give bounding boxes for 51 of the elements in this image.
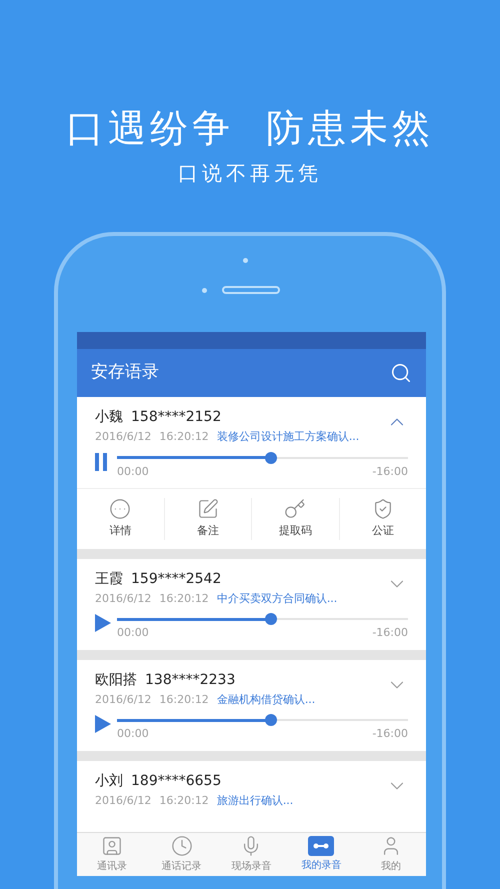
contact-name: 欧阳搭 (95, 670, 137, 690)
edit-icon (196, 498, 219, 520)
contact-name: 王霞 (95, 570, 123, 588)
record-topic: 旅游出行确认... (216, 792, 294, 808)
subtitle: 口说不再无凭 (178, 160, 322, 187)
record-topic: 装修公司设计施工方案确认... (216, 429, 360, 445)
record-date: 2016/6/12 (95, 429, 152, 445)
record-date: 2016/6/12 (95, 692, 152, 708)
clock-icon (170, 835, 193, 857)
remaining-time: -16:00 (372, 726, 408, 742)
action-button[interactable]: 提取码 (278, 498, 312, 540)
record-time: 16:20:12 (159, 692, 209, 708)
headline: 口遇纷争 防患未然 (66, 105, 434, 152)
tab-bar-item[interactable]: 通话记录 (146, 833, 217, 876)
action-button[interactable]: 详情 (109, 498, 132, 540)
start-time: 00:00 (117, 464, 149, 480)
contact-name: 小魏 (95, 408, 123, 427)
contact-card-icon (100, 835, 123, 857)
record-time: 16:20:12 (159, 429, 209, 445)
start-time: 00:00 (117, 726, 149, 742)
play-icon[interactable] (95, 613, 111, 633)
search-icon[interactable] (390, 362, 412, 384)
start-time: 00:00 (117, 625, 149, 641)
tab-bar-item[interactable]: 我的 (356, 833, 426, 876)
play-icon[interactable] (95, 714, 111, 734)
progress-thumb[interactable] (265, 714, 278, 726)
phone-number: 158****2152 (131, 408, 222, 427)
app-title: 安存语录 (91, 361, 159, 384)
key-icon (284, 498, 306, 520)
phone-number: 189****6655 (131, 772, 222, 790)
tab-bar-item[interactable]: 通讯录 (77, 833, 147, 876)
speaker-slot (222, 286, 280, 294)
remaining-time: -16:00 (372, 464, 408, 480)
action-button[interactable]: 备注 (196, 498, 219, 540)
remaining-time: -16:00 (372, 625, 408, 641)
progress-thumb[interactable] (265, 452, 278, 464)
record-time: 16:20:12 (159, 792, 209, 808)
cassette-icon (308, 836, 334, 856)
record-date: 2016/6/12 (95, 792, 152, 808)
contact-name: 小刘 (95, 772, 123, 790)
record-topic: 金融机构借贷确认... (216, 692, 316, 708)
action-button[interactable]: 公证 (372, 498, 394, 540)
tab-bar-item[interactable]: 我的录音 (286, 833, 356, 876)
progress-thumb[interactable] (265, 613, 278, 625)
phone-number: 159****2542 (131, 570, 222, 588)
tab-bar-item[interactable]: 现场录音 (216, 833, 286, 876)
phone-number: 138****2233 (145, 670, 236, 690)
ellipsis-circle-icon (109, 498, 132, 520)
record-topic: 中介买卖双方合同确认... (216, 590, 338, 606)
record-time: 16:20:12 (159, 590, 209, 606)
record-date: 2016/6/12 (95, 590, 152, 606)
